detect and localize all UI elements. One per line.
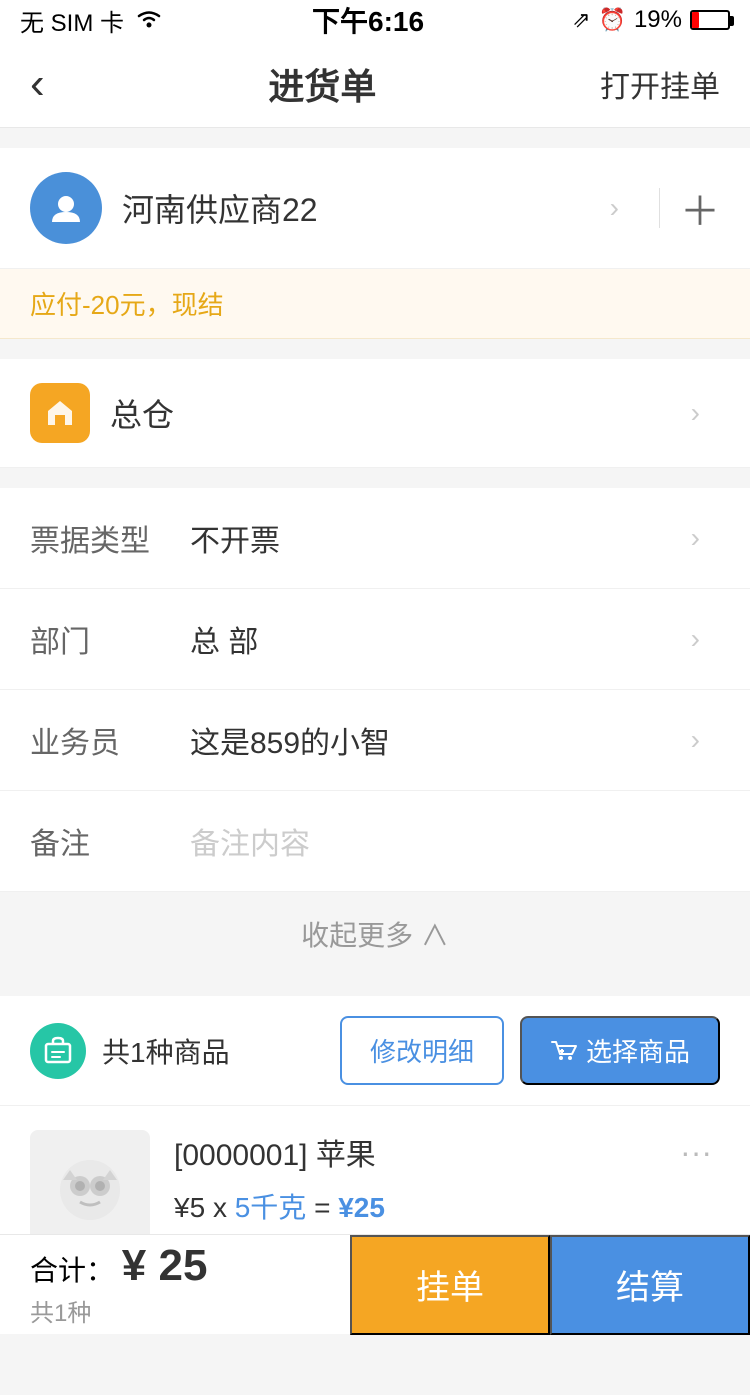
- battery-icon: [690, 10, 730, 30]
- location-icon: ⇗: [572, 7, 590, 33]
- department-label: 部门: [30, 617, 170, 661]
- warehouse-row[interactable]: 总仓 ›: [0, 359, 750, 468]
- page-title: 进货单: [268, 58, 376, 110]
- supplier-avatar: [30, 172, 102, 244]
- remark-label: 备注: [30, 819, 170, 863]
- supplier-chevron-icon: ›: [610, 192, 619, 224]
- section-gap-3: [0, 468, 750, 488]
- warehouse-chevron-icon: ›: [691, 397, 700, 429]
- product-more-button[interactable]: ···: [672, 1130, 720, 1175]
- ticket-type-label: 票据类型: [30, 516, 170, 560]
- product-title: 苹果: [316, 1139, 376, 1172]
- product-name: [0000001] 苹果: [174, 1130, 672, 1174]
- salesman-value: 这是859的小智: [170, 718, 691, 762]
- nav-bar: ‹ 进货单 打开挂单: [0, 40, 750, 128]
- supplier-row[interactable]: 河南供应商22 › ＋: [0, 148, 750, 269]
- total-section: 合计： ¥ 25 共1种: [0, 1241, 350, 1328]
- warehouse-icon: [30, 383, 90, 443]
- ticket-type-row[interactable]: 票据类型 不开票 ›: [0, 488, 750, 589]
- section-gap-1: [0, 128, 750, 148]
- status-time: 下午6:16: [312, 0, 424, 40]
- supplier-section: 河南供应商22 › ＋ 应付-20元，现结: [0, 148, 750, 339]
- product-header: 共1种商品 修改明细 选择商品: [0, 996, 750, 1106]
- status-bar: 无 SIM 卡 下午6:16 ⇗ ⏰ 19%: [0, 0, 750, 40]
- status-left: 无 SIM 卡: [20, 3, 164, 38]
- open-hold-button[interactable]: 打开挂单: [600, 62, 720, 106]
- supplier-divider: [659, 188, 660, 228]
- product-count-icon: [30, 1023, 86, 1079]
- salesman-label: 业务员: [30, 718, 170, 762]
- department-value: 总 部: [170, 617, 691, 661]
- form-section: 票据类型 不开票 › 部门 总 部 › 业务员 这是859的小智 › 备注 备注…: [0, 488, 750, 892]
- bottom-bar: 合计： ¥ 25 共1种 挂单 结算: [0, 1234, 750, 1334]
- add-supplier-button[interactable]: ＋: [680, 179, 720, 237]
- remark-placeholder: 备注内容: [170, 819, 720, 863]
- supplier-notice: 应付-20元，现结: [0, 269, 750, 339]
- product-count-text: 共1种商品: [102, 1031, 340, 1071]
- supplier-name: 河南供应商22: [122, 185, 610, 231]
- select-product-label: 选择商品: [586, 1032, 690, 1069]
- ticket-type-chevron-icon: ›: [691, 522, 700, 554]
- status-right: ⇗ ⏰ 19%: [572, 6, 730, 34]
- back-button[interactable]: ‹: [30, 59, 45, 109]
- warehouse-name: 总仓: [110, 390, 691, 436]
- department-row[interactable]: 部门 总 部 ›: [0, 589, 750, 690]
- product-total: ¥25: [338, 1192, 385, 1223]
- product-multiply: x: [213, 1192, 235, 1223]
- carrier-text: 无 SIM 卡: [20, 3, 124, 38]
- wifi-icon: [134, 6, 164, 35]
- section-gap-4: [0, 976, 750, 996]
- total-label: 合计：: [30, 1255, 114, 1286]
- total-count: 共1种: [30, 1293, 320, 1328]
- salesman-row[interactable]: 业务员 这是859的小智 ›: [0, 690, 750, 791]
- product-quantity: 5千克: [235, 1192, 314, 1223]
- product-code: [0000001]: [174, 1139, 307, 1172]
- salesman-chevron-icon: ›: [691, 724, 700, 756]
- select-product-button[interactable]: 选择商品: [520, 1016, 720, 1085]
- checkout-button[interactable]: 结算: [550, 1235, 750, 1335]
- section-gap-2: [0, 339, 750, 359]
- collapse-label: 收起更多 ∧: [301, 914, 449, 954]
- department-chevron-icon: ›: [691, 623, 700, 655]
- alarm-icon: ⏰: [599, 7, 626, 33]
- product-thumb-icon: [50, 1150, 130, 1230]
- collapse-bar[interactable]: 收起更多 ∧: [0, 892, 750, 976]
- cart-icon: [550, 1040, 578, 1062]
- edit-detail-button[interactable]: 修改明细: [340, 1016, 504, 1085]
- warehouse-section: 总仓 ›: [0, 359, 750, 468]
- hold-button[interactable]: 挂单: [350, 1235, 550, 1335]
- product-unit-price: ¥5: [174, 1192, 205, 1223]
- remark-row[interactable]: 备注 备注内容: [0, 791, 750, 892]
- product-price: ¥5 x 5千克 = ¥25: [174, 1186, 672, 1226]
- product-info: [0000001] 苹果 ¥5 x 5千克 = ¥25: [174, 1130, 672, 1226]
- battery-text: 19%: [634, 6, 682, 34]
- total-amount: ¥ 25: [122, 1241, 208, 1290]
- product-thumbnail: [30, 1130, 150, 1250]
- total-row: 合计： ¥ 25: [30, 1241, 320, 1291]
- ticket-type-value: 不开票: [170, 516, 691, 560]
- product-equals: =: [314, 1192, 338, 1223]
